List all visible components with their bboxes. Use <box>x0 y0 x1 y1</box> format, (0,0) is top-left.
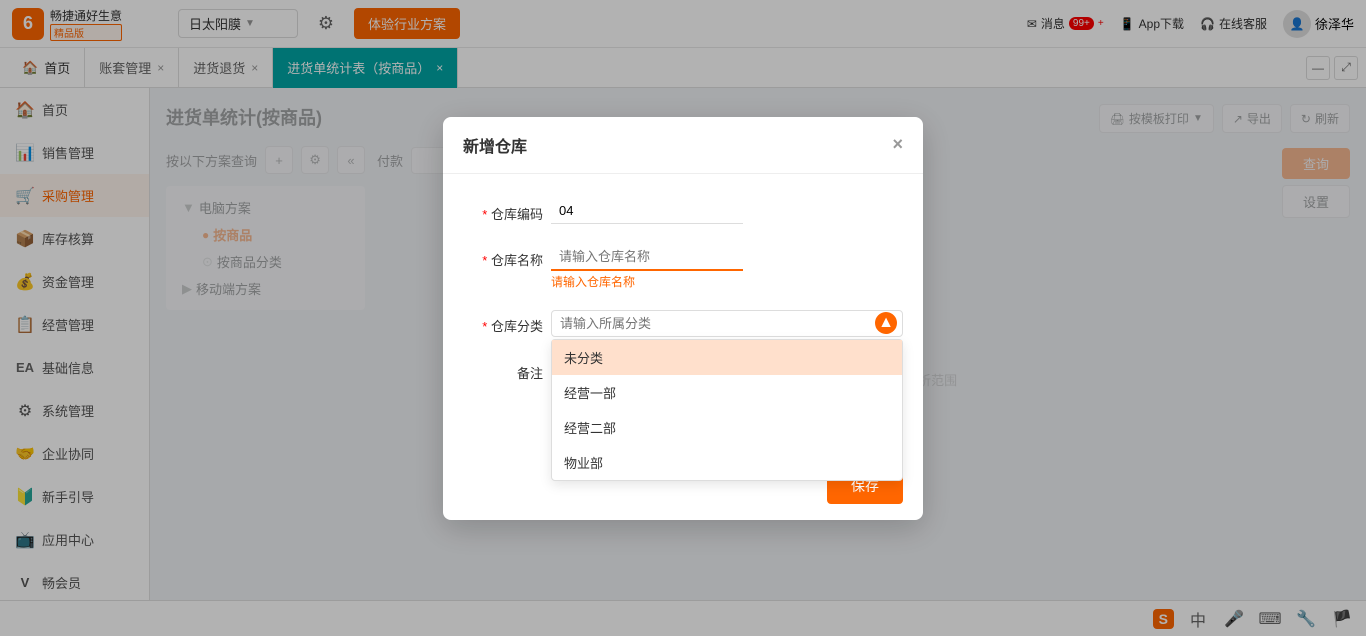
form-row-code: * 仓库编码 <box>463 198 903 224</box>
category-input-wrap: ▲ 未分类 经营一部 经营二部 物业部 <box>551 310 903 337</box>
code-input[interactable] <box>551 198 743 224</box>
dialog-title: 新增仓库 <box>463 133 527 157</box>
name-error-hint: 请输入仓库名称 <box>551 273 903 290</box>
dialog: 新增仓库 × * 仓库编码 <box>443 117 923 520</box>
dropdown-item-dept2[interactable]: 经营二部 <box>552 410 902 445</box>
form-row-name: * 仓库名称 请输入仓库名称 <box>463 244 903 290</box>
form-row-category: * 仓库分类 ▲ 未分类 经营一部 经营二部 物业部 <box>463 310 903 337</box>
dropdown-item-none[interactable]: 未分类 <box>552 340 902 375</box>
dialog-overlay: 新增仓库 × * 仓库编码 <box>150 88 1366 636</box>
category-label: * 仓库分类 <box>463 310 543 335</box>
category-input[interactable] <box>551 310 903 337</box>
category-toggle-button[interactable]: ▲ <box>875 312 897 334</box>
dropdown-item-property[interactable]: 物业部 <box>552 445 902 480</box>
name-input-wrap: 请输入仓库名称 <box>551 244 903 290</box>
code-label: * 仓库编码 <box>463 198 543 223</box>
dialog-header: 新增仓库 × <box>443 117 923 174</box>
category-dropdown: 未分类 经营一部 经营二部 物业部 <box>551 339 903 481</box>
note-label: 备注 <box>463 357 543 382</box>
code-input-wrap <box>551 198 903 224</box>
dialog-body: * 仓库编码 * 仓库名称 <box>443 174 923 456</box>
content-area: 进货单统计(按商品) 🖨 按模板打印 ▼ ↗ 导出 ↻ 刷新 查 <box>150 88 1366 636</box>
dialog-close-button[interactable]: × <box>892 134 903 155</box>
main-layout: 🏠 首页 📊 销售管理 🛒 采购管理 📦 库存核算 💰 资金管理 📋 经营管理 … <box>0 88 1366 636</box>
dropdown-item-dept1[interactable]: 经营一部 <box>552 375 902 410</box>
name-label: * 仓库名称 <box>463 244 543 269</box>
name-input[interactable] <box>551 244 743 271</box>
